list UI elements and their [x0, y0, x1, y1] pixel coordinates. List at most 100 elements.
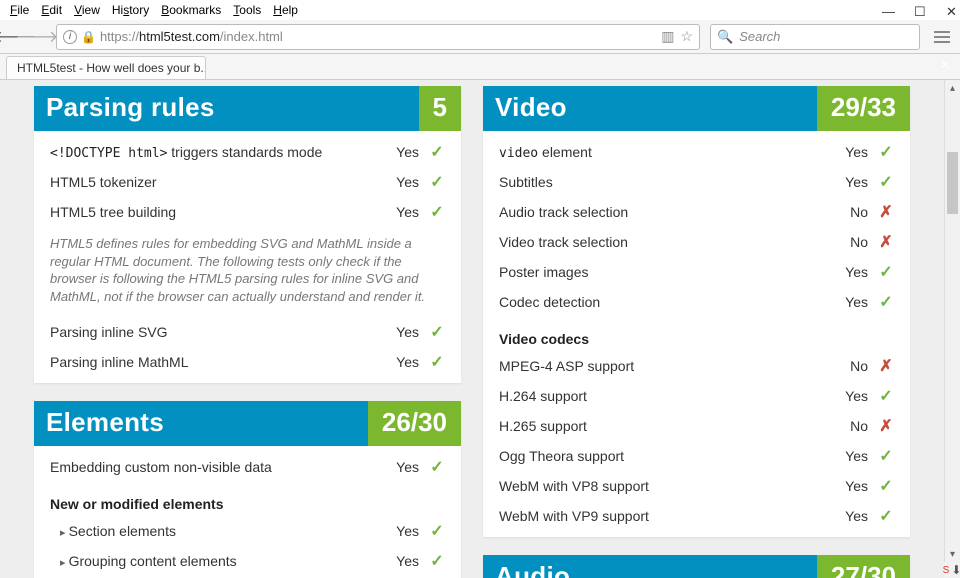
- url-text: https://html5test.com/index.html: [100, 29, 657, 44]
- check-icon: ✓: [429, 521, 445, 541]
- panel-score: 29/33: [817, 86, 910, 131]
- test-row: Grouping content elementsYes✓: [34, 546, 461, 576]
- test-label: HTML5 tokenizer: [50, 174, 396, 190]
- search-placeholder: Search: [739, 29, 780, 44]
- cross-icon: ✗: [878, 232, 894, 252]
- tab-html5test[interactable]: HTML5test - How well does your b...: [6, 56, 206, 79]
- test-value: No: [850, 234, 868, 250]
- test-row: HTML5 tree buildingYes✓: [34, 197, 461, 227]
- test-label: Subtitles: [499, 174, 845, 190]
- test-value: Yes: [396, 354, 419, 370]
- panel-title: Video: [483, 86, 817, 131]
- test-value: Yes: [845, 508, 868, 524]
- test-row: WebM with VP8 supportYes✓: [483, 471, 910, 501]
- forward-button[interactable]: 🡒: [28, 28, 46, 46]
- test-value: Yes: [396, 324, 419, 340]
- menubar: File Edit View History Bookmarks Tools H…: [0, 0, 960, 20]
- test-row: Video track selectionNo✗: [483, 227, 910, 257]
- test-label: Section elements: [60, 523, 396, 539]
- reader-mode-icon[interactable]: ▥: [661, 28, 674, 45]
- cross-icon: ✗: [878, 356, 894, 376]
- check-icon: ✓: [878, 292, 894, 312]
- test-row: Parsing inline SVGYes ✓: [34, 317, 461, 347]
- menu-edit[interactable]: Edit: [35, 1, 68, 19]
- test-value: Yes: [396, 459, 419, 475]
- lock-icon: 🔒: [81, 30, 96, 44]
- menu-history[interactable]: History: [106, 1, 155, 19]
- check-icon: ✓: [878, 172, 894, 192]
- right-column: Video 29/33 video elementYes✓SubtitlesYe…: [483, 86, 910, 578]
- test-value: Yes: [396, 174, 419, 190]
- test-row: HTML5 tokenizerYes ✓: [34, 167, 461, 197]
- panel-title: Parsing rules: [34, 86, 419, 131]
- check-icon: ✓: [878, 446, 894, 466]
- check-icon: ✓: [878, 386, 894, 406]
- test-row: MPEG-4 ASP supportNo ✗: [483, 351, 910, 381]
- panel-score: 26/30: [368, 401, 461, 446]
- test-label: MPEG-4 ASP support: [499, 358, 850, 374]
- check-icon: ✓: [878, 476, 894, 496]
- test-value: Yes: [845, 388, 868, 404]
- test-value: Yes: [396, 553, 419, 569]
- menu-bookmarks[interactable]: Bookmarks: [155, 1, 227, 19]
- url-bar[interactable]: i 🔒 https://html5test.com/index.html ▥ ☆: [56, 24, 700, 50]
- menu-tools[interactable]: Tools: [227, 1, 267, 19]
- page-viewport: Parsing rules 5 <!DOCTYPE html> triggers…: [0, 80, 960, 578]
- test-value: Yes: [845, 144, 868, 160]
- test-row: video elementYes✓: [483, 137, 910, 167]
- check-icon: ✓: [429, 172, 445, 192]
- tab-close[interactable]: ✕: [940, 58, 950, 72]
- search-bar[interactable]: 🔍 Search: [710, 24, 920, 50]
- test-label: Poster images: [499, 264, 845, 280]
- site-info-icon[interactable]: i: [63, 30, 77, 44]
- test-value: Yes: [845, 448, 868, 464]
- panel-score: 5: [419, 86, 461, 131]
- test-row: WebM with VP9 supportYes✓: [483, 501, 910, 531]
- menu-help[interactable]: Help: [267, 1, 304, 19]
- hamburger-menu[interactable]: [930, 31, 954, 43]
- test-value: Yes: [396, 204, 419, 220]
- test-label: Ogg Theora support: [499, 448, 845, 464]
- check-icon: ✓: [878, 262, 894, 282]
- panel-parsing-rules: Parsing rules 5 <!DOCTYPE html> triggers…: [34, 86, 461, 383]
- noscript-icon[interactable]: S: [943, 565, 950, 576]
- test-row: H.264 supportYes✓: [483, 381, 910, 411]
- test-label: WebM with VP9 support: [499, 508, 845, 524]
- panel-score: 27/30: [817, 555, 910, 578]
- scroll-thumb[interactable]: [947, 152, 958, 214]
- test-value: No: [850, 204, 868, 220]
- panel-body: <!DOCTYPE html> triggers standards modeY…: [34, 131, 461, 383]
- panel-title: Audio: [483, 555, 817, 578]
- panel-subheading: Video codecs: [483, 317, 910, 351]
- menu-view[interactable]: View: [68, 1, 106, 19]
- scroll-up-arrow[interactable]: ▴: [945, 80, 960, 96]
- test-label: Parsing inline SVG: [50, 324, 396, 340]
- scroll-track[interactable]: [945, 96, 960, 546]
- panel-elements: Elements 26/30 Embedding custom non-visi…: [34, 401, 461, 578]
- test-label: H.265 support: [499, 418, 850, 434]
- status-corner: S ⬇: [944, 562, 960, 578]
- test-value: No: [850, 418, 868, 434]
- panel-subheading: New or modified elements: [34, 482, 461, 516]
- test-value: Yes: [845, 174, 868, 190]
- menu-file[interactable]: File: [4, 1, 35, 19]
- toolbar: 🡐 🡒 i 🔒 https://html5test.com/index.html…: [0, 20, 960, 54]
- test-row: Embedding custom non-visible dataYes✓: [34, 452, 461, 482]
- test-row: SubtitlesYes ✓: [483, 167, 910, 197]
- test-label: <!DOCTYPE html> triggers standards mode: [50, 144, 396, 161]
- download-icon[interactable]: ⬇: [951, 563, 960, 577]
- window-maximize[interactable]: ☐: [908, 2, 922, 22]
- scroll-down-arrow[interactable]: ▾: [945, 546, 960, 562]
- vertical-scrollbar[interactable]: ▴ ▾: [944, 80, 960, 562]
- test-label: Grouping content elements: [60, 553, 396, 569]
- test-label: video element: [499, 144, 845, 161]
- window-minimize[interactable]: —: [876, 2, 890, 22]
- window-close[interactable]: ✕: [940, 2, 954, 22]
- check-icon: ✓: [429, 202, 445, 222]
- left-column: Parsing rules 5 <!DOCTYPE html> triggers…: [34, 86, 461, 578]
- bookmark-star-icon[interactable]: ☆: [680, 28, 693, 45]
- test-row: H.265 supportNo✗: [483, 411, 910, 441]
- check-icon: ✓: [429, 322, 445, 342]
- test-value: No: [850, 358, 868, 374]
- cross-icon: ✗: [878, 202, 894, 222]
